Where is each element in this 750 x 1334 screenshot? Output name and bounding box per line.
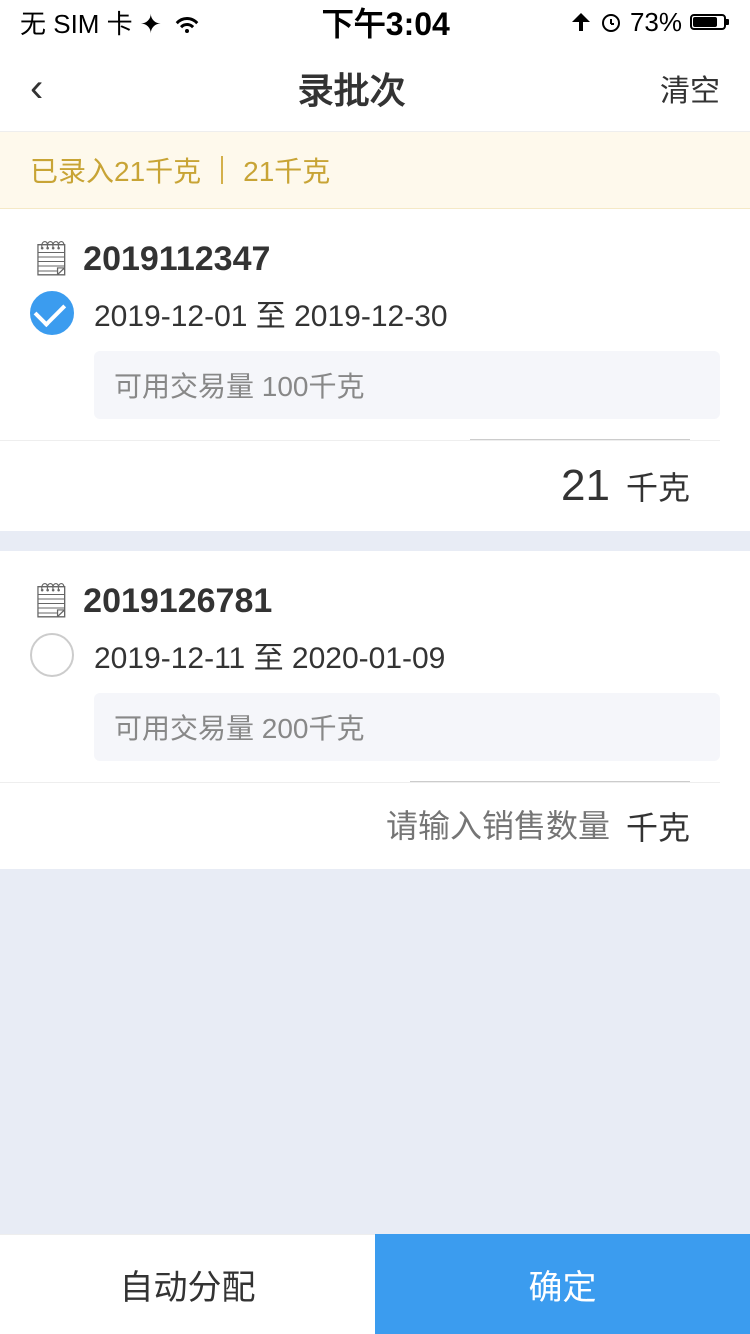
status-left: 无 SIM 卡 ✦: [20, 4, 202, 41]
wifi-icon: [172, 11, 202, 33]
batch1-row: 2019-12-01 至 2019-12-30: [30, 291, 720, 335]
status-right: 73%: [570, 7, 730, 38]
signal-text: 无 SIM 卡 ✦: [20, 4, 162, 41]
info-divider: [221, 156, 223, 184]
batch2-amount-input[interactable]: [310, 808, 610, 845]
auto-distribute-button[interactable]: 自动分配: [0, 1234, 375, 1334]
batch2-id-icon: 🗒: [30, 581, 73, 621]
batch1-amount-input[interactable]: [490, 461, 610, 511]
batch1-card: 🗒 2019112347 2019-12-01 至 2019-12-30 可用交…: [0, 209, 750, 439]
batch2-date: 2019-12-11 至 2020-01-09: [94, 633, 445, 677]
page-title: 录批次: [298, 62, 406, 114]
batch1-input-wrap: 千克: [490, 461, 690, 511]
bottom-bar: 自动分配 确定: [0, 1234, 750, 1334]
batch2-header: 🗒 2019126781: [30, 581, 720, 621]
batch2-card: 🗒 2019126781 2019-12-11 至 2020-01-09 可用交…: [0, 551, 750, 781]
batch1-date: 2019-12-01 至 2019-12-30: [94, 291, 448, 335]
recorded-label: 已录入21千克: [30, 150, 201, 190]
batch2-unit: 千克: [626, 803, 690, 849]
batch1-checkbox[interactable]: [30, 291, 74, 335]
nav-bar: ‹ 录批次 清空: [0, 44, 750, 132]
total-label: 21千克: [243, 150, 330, 190]
batch1-header: 🗒 2019112347: [30, 239, 720, 279]
back-button[interactable]: ‹: [30, 68, 43, 108]
section-separator: [0, 531, 750, 551]
location-icon: [570, 11, 592, 33]
alarm-icon: [600, 11, 622, 33]
batch1-available: 可用交易量 100千克: [94, 351, 720, 419]
battery-icon: [690, 12, 730, 32]
status-time: 下午3:04: [322, 0, 450, 45]
battery-text: 73%: [630, 7, 682, 38]
batch1-id: 2019112347: [83, 240, 270, 279]
batch1-unit: 千克: [626, 463, 690, 509]
gray-area: [0, 869, 750, 1269]
confirm-button[interactable]: 确定: [375, 1234, 750, 1334]
info-banner: 已录入21千克 21千克: [0, 132, 750, 209]
batch2-id: 2019126781: [83, 582, 272, 621]
batch1-id-icon: 🗒: [30, 239, 73, 279]
status-bar: 无 SIM 卡 ✦ 下午3:04 73%: [0, 0, 750, 44]
batch2-checkbox[interactable]: [30, 633, 74, 677]
batch1-amount-row: 千克: [0, 440, 720, 531]
batch2-available: 可用交易量 200千克: [94, 693, 720, 761]
batch2-input-row: 千克: [0, 782, 720, 869]
batch2-row: 2019-12-11 至 2020-01-09: [30, 633, 720, 677]
clear-button[interactable]: 清空: [660, 66, 720, 110]
